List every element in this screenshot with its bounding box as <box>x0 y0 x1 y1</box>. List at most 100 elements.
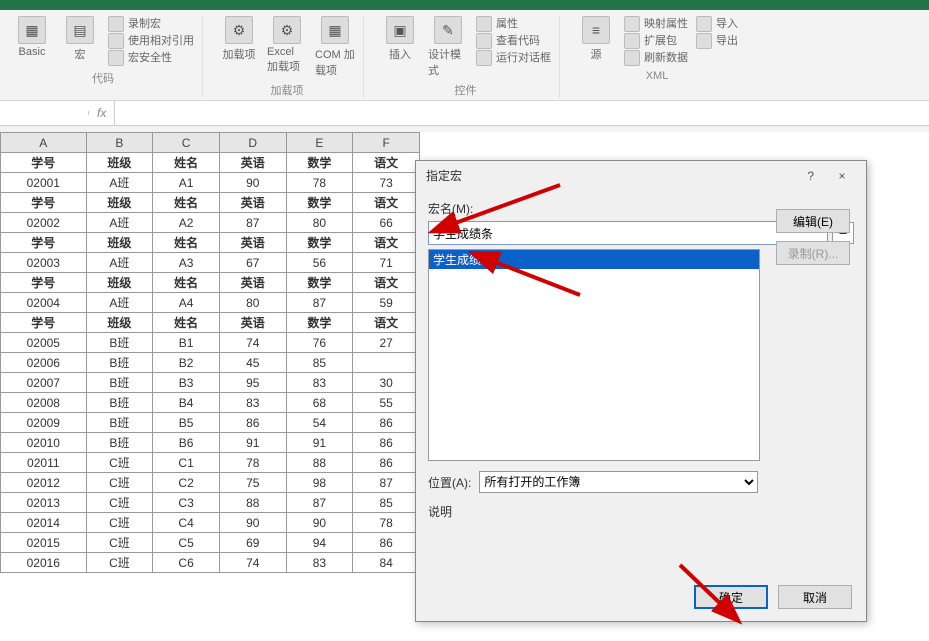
cell[interactable]: B5 <box>153 413 220 433</box>
cell[interactable]: 84 <box>353 553 420 573</box>
cell[interactable]: 74 <box>219 553 286 573</box>
macro-list[interactable]: 学生成绩条 <box>428 249 760 461</box>
com-addins-button[interactable]: ▦COM 加载项 <box>315 16 355 78</box>
cell[interactable]: 02005 <box>1 333 87 353</box>
cell[interactable]: C1 <box>153 453 220 473</box>
properties-button[interactable]: 属性 <box>476 16 551 32</box>
export-button[interactable]: 导出 <box>696 33 738 49</box>
cell[interactable]: C2 <box>153 473 220 493</box>
cell[interactable]: 27 <box>353 333 420 353</box>
cell[interactable]: 69 <box>219 533 286 553</box>
expand-button[interactable]: 扩展包 <box>624 33 688 49</box>
excel-addins-button[interactable]: ⚙Excel 加载项 <box>267 16 307 74</box>
cell[interactable]: C班 <box>86 493 153 513</box>
cell[interactable]: 80 <box>286 213 353 233</box>
cell[interactable]: 02009 <box>1 413 87 433</box>
cell[interactable]: 55 <box>353 393 420 413</box>
cell[interactable]: 数学 <box>286 153 353 173</box>
addins-button[interactable]: ⚙加载项 <box>219 16 259 62</box>
cell[interactable]: 02004 <box>1 293 87 313</box>
location-select[interactable]: 所有打开的工作簿 <box>479 471 758 493</box>
cell[interactable]: B4 <box>153 393 220 413</box>
cell[interactable]: 学号 <box>1 273 87 293</box>
cell[interactable]: 02010 <box>1 433 87 453</box>
cell[interactable]: 90 <box>286 513 353 533</box>
cell[interactable]: 英语 <box>219 273 286 293</box>
cell[interactable]: 语文 <box>353 233 420 253</box>
cell[interactable]: 86 <box>353 433 420 453</box>
cell[interactable]: 90 <box>219 513 286 533</box>
cell[interactable]: 56 <box>286 253 353 273</box>
cell[interactable]: A班 <box>86 253 153 273</box>
cell[interactable]: 02007 <box>1 373 87 393</box>
col-head-e[interactable]: E <box>286 133 353 153</box>
cell[interactable]: C班 <box>86 533 153 553</box>
cell[interactable]: 95 <box>219 373 286 393</box>
cell[interactable]: A1 <box>153 173 220 193</box>
cell[interactable]: 88 <box>286 453 353 473</box>
cell[interactable]: B班 <box>86 373 153 393</box>
design-mode-button[interactable]: ✎设计模式 <box>428 16 468 78</box>
cell[interactable]: 班级 <box>86 153 153 173</box>
cell[interactable]: C6 <box>153 553 220 573</box>
xml-source-button[interactable]: ≡源 <box>576 16 616 62</box>
dialog-close-button[interactable]: × <box>828 169 856 183</box>
cell[interactable]: 54 <box>286 413 353 433</box>
cell[interactable]: 语文 <box>353 153 420 173</box>
cell[interactable]: 02016 <box>1 553 87 573</box>
relative-ref-button[interactable]: 使用相对引用 <box>108 33 194 49</box>
cell[interactable]: 班级 <box>86 193 153 213</box>
cell[interactable]: 45 <box>219 353 286 373</box>
cell[interactable]: B班 <box>86 333 153 353</box>
cell[interactable]: 02003 <box>1 253 87 273</box>
cell[interactable]: B2 <box>153 353 220 373</box>
cell[interactable]: 91 <box>286 433 353 453</box>
cell[interactable]: 83 <box>219 393 286 413</box>
cell[interactable]: C5 <box>153 533 220 553</box>
cell[interactable]: 姓名 <box>153 153 220 173</box>
cell[interactable]: 76 <box>286 333 353 353</box>
cell[interactable]: 90 <box>219 173 286 193</box>
cell[interactable]: 87 <box>353 473 420 493</box>
vb-basic-button[interactable]: ▦ Basic <box>12 16 52 58</box>
map-props-button[interactable]: 映射属性 <box>624 16 688 32</box>
record-macro-button[interactable]: 录制宏 <box>108 16 194 32</box>
cell[interactable]: 88 <box>219 493 286 513</box>
cell[interactable]: 02006 <box>1 353 87 373</box>
cell[interactable]: 83 <box>286 373 353 393</box>
cell[interactable]: 78 <box>286 173 353 193</box>
cell[interactable]: B班 <box>86 353 153 373</box>
cell[interactable]: A班 <box>86 173 153 193</box>
col-head-d[interactable]: D <box>219 133 286 153</box>
macros-button[interactable]: ▤ 宏 <box>60 16 100 62</box>
cell[interactable]: 数学 <box>286 273 353 293</box>
fx-label[interactable]: fx <box>89 106 114 120</box>
cell[interactable]: 数学 <box>286 193 353 213</box>
cell[interactable]: 班级 <box>86 233 153 253</box>
cell[interactable]: B班 <box>86 393 153 413</box>
cell[interactable]: 85 <box>286 353 353 373</box>
col-head-f[interactable]: F <box>353 133 420 153</box>
cell[interactable]: 学号 <box>1 193 87 213</box>
cell[interactable]: 86 <box>353 453 420 473</box>
cell[interactable]: 30 <box>353 373 420 393</box>
cell[interactable]: 85 <box>353 493 420 513</box>
cell[interactable]: 英语 <box>219 233 286 253</box>
cell[interactable]: 班级 <box>86 273 153 293</box>
cell[interactable]: 班级 <box>86 313 153 333</box>
cell[interactable]: B3 <box>153 373 220 393</box>
cell[interactable]: 数学 <box>286 313 353 333</box>
cell[interactable]: A3 <box>153 253 220 273</box>
cell[interactable]: C4 <box>153 513 220 533</box>
cell[interactable]: 学号 <box>1 153 87 173</box>
cell[interactable]: 姓名 <box>153 233 220 253</box>
cell[interactable]: 86 <box>353 533 420 553</box>
cell[interactable] <box>353 353 420 373</box>
import-button[interactable]: 导入 <box>696 16 738 32</box>
run-dialog-button[interactable]: 运行对话框 <box>476 50 551 66</box>
cell[interactable]: 86 <box>353 413 420 433</box>
cell[interactable]: B6 <box>153 433 220 453</box>
col-head-b[interactable]: B <box>86 133 153 153</box>
cell[interactable]: 数学 <box>286 233 353 253</box>
edit-button[interactable]: 编辑(E) <box>776 209 850 233</box>
